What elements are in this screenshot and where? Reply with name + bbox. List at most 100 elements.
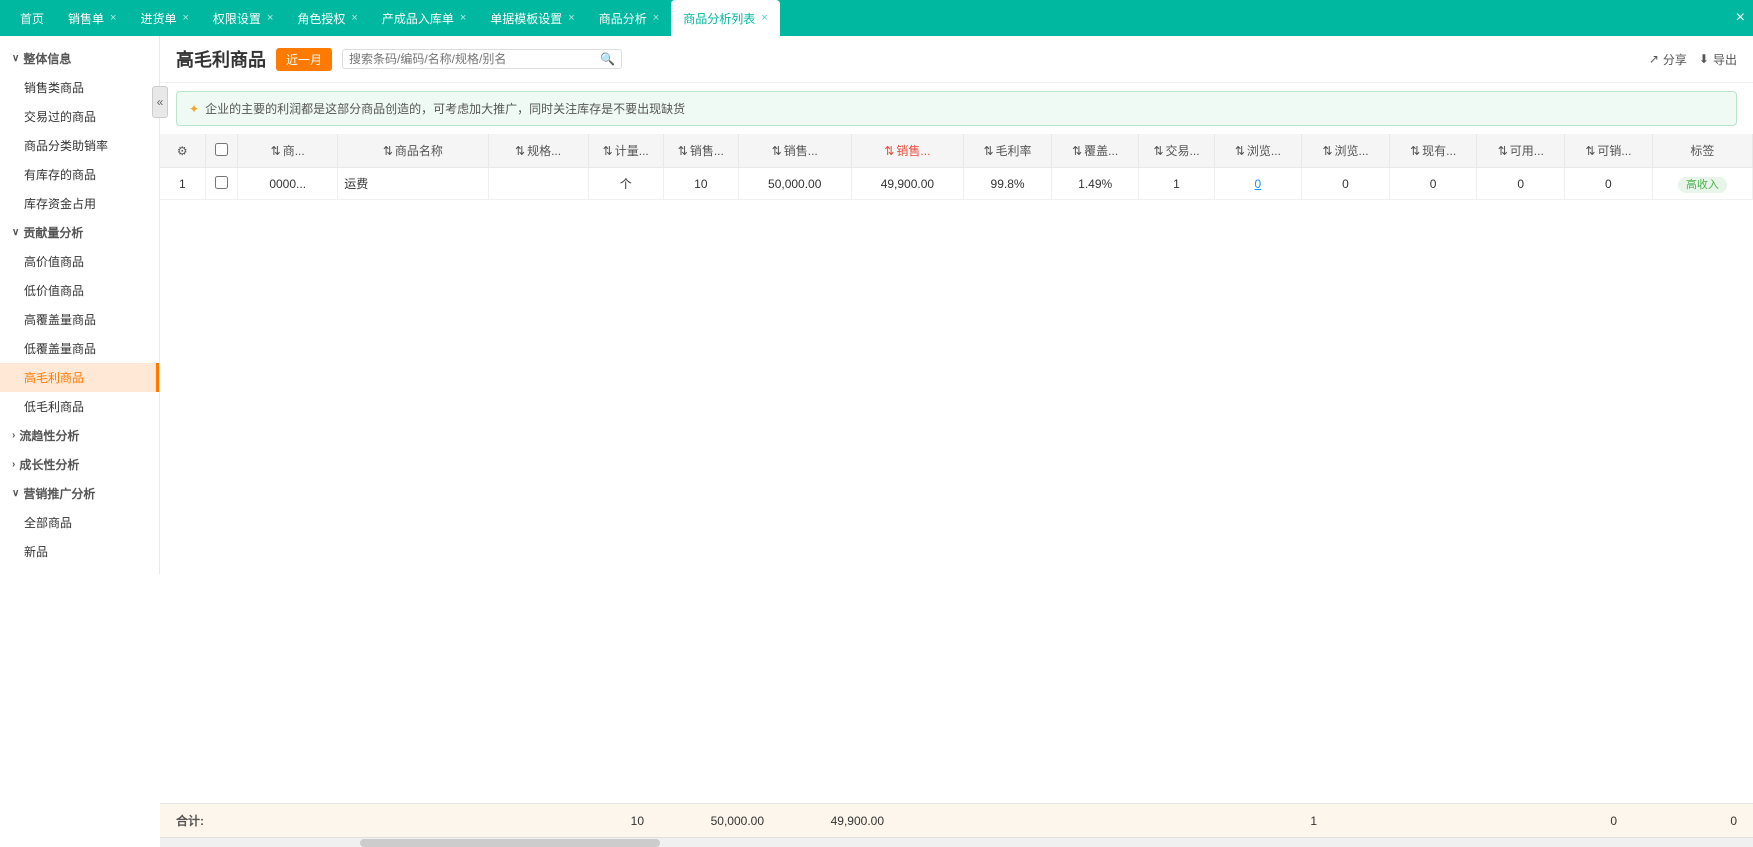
close-all-tabs[interactable]: × xyxy=(1736,9,1745,27)
cell-browse2: 0 xyxy=(1302,168,1390,200)
share-icon: ↗ xyxy=(1649,52,1659,66)
close-tab-permission-settings[interactable]: × xyxy=(267,12,273,24)
col-header-spec[interactable]: ⇅ 规格... xyxy=(488,134,588,168)
cell-code: 0000... xyxy=(238,168,338,200)
search-icon[interactable]: 🔍 xyxy=(600,52,615,66)
select-all-checkbox[interactable] xyxy=(215,143,228,156)
sidebar-group-growth-label: 成长性分析 xyxy=(19,456,79,473)
col-sales-cost-sort-icon: ⇅ xyxy=(884,144,894,158)
arrow-icon-growth: › xyxy=(12,459,15,470)
sidebar-collapse-button[interactable]: « xyxy=(152,86,168,118)
sidebar-group-contribution[interactable]: ∨ 贡献量分析 xyxy=(0,218,159,247)
sidebar-group-overall-label: 整体信息 xyxy=(23,50,71,67)
share-button[interactable]: ↗ 分享 xyxy=(1649,51,1687,68)
col-spec-sort-icon: ⇅ xyxy=(515,144,525,158)
sidebar-item-high-value[interactable]: 高价值商品 xyxy=(0,247,159,276)
sidebar-item-in-stock-goods[interactable]: 有库存的商品 xyxy=(0,160,159,189)
table-container: ⚙ ⇅ 商... ⇅ xyxy=(160,134,1753,803)
col-header-settings[interactable]: ⚙ xyxy=(160,134,205,168)
col-header-stock[interactable]: ⇅ 现有... xyxy=(1389,134,1477,168)
footer-sales-cost: 49,900.00 xyxy=(804,814,884,828)
sidebar-item-new-goods[interactable]: 新品 xyxy=(0,537,159,566)
cell-gross-rate: 99.8% xyxy=(964,168,1052,200)
footer-sales-amt: 50,000.00 xyxy=(684,814,764,828)
col-header-name[interactable]: ⇅ 商品名称 xyxy=(338,134,488,168)
sidebar-group-trend[interactable]: › 流趋性分析 xyxy=(0,421,159,450)
content-area: 高毛利商品 近一月 🔍 ↗ 分享 ⬇ 导出 ✦ 企业的主要的利润都是这部分商品创… xyxy=(160,36,1753,847)
cell-browse1[interactable]: 0 xyxy=(1214,168,1302,200)
sidebar-item-low-value[interactable]: 低价值商品 xyxy=(0,276,159,305)
arrow-icon-marketing: ∨ xyxy=(12,488,19,499)
tab-product-analysis[interactable]: 商品分析 × xyxy=(587,0,671,36)
col-header-sellable[interactable]: ⇅ 可销... xyxy=(1565,134,1653,168)
col-code-sort-icon: ⇅ xyxy=(271,144,281,158)
arrow-icon-trend: › xyxy=(12,430,15,441)
settings-icon[interactable]: ⚙ xyxy=(177,144,188,158)
close-tab-sales-order[interactable]: × xyxy=(110,12,116,24)
close-tab-product-analysis-list[interactable]: × xyxy=(761,12,767,24)
sidebar-item-low-coverage[interactable]: 低覆盖量商品 xyxy=(0,334,159,363)
table-row: 1 0000... 运费 个 10 50,000.00 49,900.00 99… xyxy=(160,168,1753,200)
sidebar-group-marketing-label: 营销推广分析 xyxy=(23,485,95,502)
tab-template-settings[interactable]: 单据模板设置 × xyxy=(478,0,586,36)
tab-permission-settings-label: 权限设置 xyxy=(213,10,261,27)
col-header-sales-amt[interactable]: ⇅ 销售... xyxy=(738,134,851,168)
col-header-code[interactable]: ⇅ 商... xyxy=(238,134,338,168)
sidebar-item-all-goods[interactable]: 全部商品 xyxy=(0,508,159,537)
close-tab-product-inbound[interactable]: × xyxy=(460,12,466,24)
total-label: 合计: xyxy=(176,812,204,829)
close-tab-template-settings[interactable]: × xyxy=(568,12,574,24)
cell-avail: 0 xyxy=(1477,168,1565,200)
sidebar-item-traded-goods[interactable]: 交易过的商品 xyxy=(0,102,159,131)
sidebar-wrapper: ∨ 整体信息 销售类商品 交易过的商品 商品分类助销率 有库存的商品 库存资金占… xyxy=(0,36,160,847)
search-input[interactable] xyxy=(349,52,600,66)
sidebar-item-low-gross-margin[interactable]: 低毛利商品 xyxy=(0,392,159,421)
filter-recent-month-button[interactable]: 近一月 xyxy=(276,48,332,71)
col-header-trade[interactable]: ⇅ 交易... xyxy=(1139,134,1214,168)
tab-template-settings-label: 单据模板设置 xyxy=(490,10,562,27)
col-header-checkbox[interactable] xyxy=(205,134,238,168)
col-cover-sort-icon: ⇅ xyxy=(1072,144,1082,158)
col-header-sales-qty[interactable]: ⇅ 销售... xyxy=(663,134,738,168)
sidebar-group-growth[interactable]: › 成长性分析 xyxy=(0,450,159,479)
info-banner: ✦ 企业的主要的利润都是这部分商品创造的，可考虑加大推广，同时关注库存是不要出现… xyxy=(176,91,1737,126)
horizontal-scrollbar[interactable] xyxy=(160,837,1753,847)
col-avail-sort-icon: ⇅ xyxy=(1498,144,1508,158)
col-sales-amt-sort-icon: ⇅ xyxy=(772,144,782,158)
sidebar-item-sales-goods[interactable]: 销售类商品 xyxy=(0,73,159,102)
scrollbar-thumb[interactable] xyxy=(360,839,660,847)
col-header-tag[interactable]: 标签 xyxy=(1652,134,1752,168)
col-header-browse2[interactable]: ⇅ 浏览... xyxy=(1302,134,1390,168)
col-header-browse1[interactable]: ⇅ 浏览... xyxy=(1214,134,1302,168)
sidebar-item-category-assist-rate[interactable]: 商品分类助销率 xyxy=(0,131,159,160)
sidebar-item-high-gross-margin[interactable]: 高毛利商品 xyxy=(0,363,159,392)
close-tab-product-analysis[interactable]: × xyxy=(653,12,659,24)
col-header-gross-rate[interactable]: ⇅ 毛利率 xyxy=(964,134,1052,168)
tab-role-auth[interactable]: 角色授权 × xyxy=(285,0,369,36)
tab-role-auth-label: 角色授权 xyxy=(297,10,345,27)
col-header-avail[interactable]: ⇅ 可用... xyxy=(1477,134,1565,168)
export-icon: ⬇ xyxy=(1699,52,1709,66)
tab-purchase-order-label: 进货单 xyxy=(140,10,176,27)
cell-checkbox[interactable] xyxy=(205,168,238,200)
tab-home[interactable]: 首页 xyxy=(8,0,56,36)
sidebar-group-marketing[interactable]: ∨ 营销推广分析 xyxy=(0,479,159,508)
header-actions: ↗ 分享 ⬇ 导出 xyxy=(1649,51,1737,68)
tab-product-analysis-list-label: 商品分析列表 xyxy=(683,10,755,27)
tab-product-inbound[interactable]: 产成品入库单 × xyxy=(370,0,478,36)
cell-sales-amt: 50,000.00 xyxy=(738,168,851,200)
sidebar-item-high-coverage[interactable]: 高覆盖量商品 xyxy=(0,305,159,334)
tab-purchase-order[interactable]: 进货单 × xyxy=(128,0,200,36)
close-tab-role-auth[interactable]: × xyxy=(351,12,357,24)
col-header-sales-cost[interactable]: ⇅ 销售... xyxy=(851,134,964,168)
tab-sales-order[interactable]: 销售单 × xyxy=(56,0,128,36)
export-button[interactable]: ⬇ 导出 xyxy=(1699,51,1737,68)
close-tab-purchase-order[interactable]: × xyxy=(182,12,188,24)
col-stock-sort-icon: ⇅ xyxy=(1410,144,1420,158)
tab-product-analysis-list[interactable]: 商品分析列表 × xyxy=(671,0,779,36)
sidebar-item-stock-capital[interactable]: 库存资金占用 xyxy=(0,189,159,218)
tab-permission-settings[interactable]: 权限设置 × xyxy=(201,0,285,36)
col-header-cover[interactable]: ⇅ 覆盖... xyxy=(1051,134,1139,168)
col-header-unit[interactable]: ⇅ 计量... xyxy=(588,134,663,168)
sidebar-group-overall[interactable]: ∨ 整体信息 xyxy=(0,44,159,73)
